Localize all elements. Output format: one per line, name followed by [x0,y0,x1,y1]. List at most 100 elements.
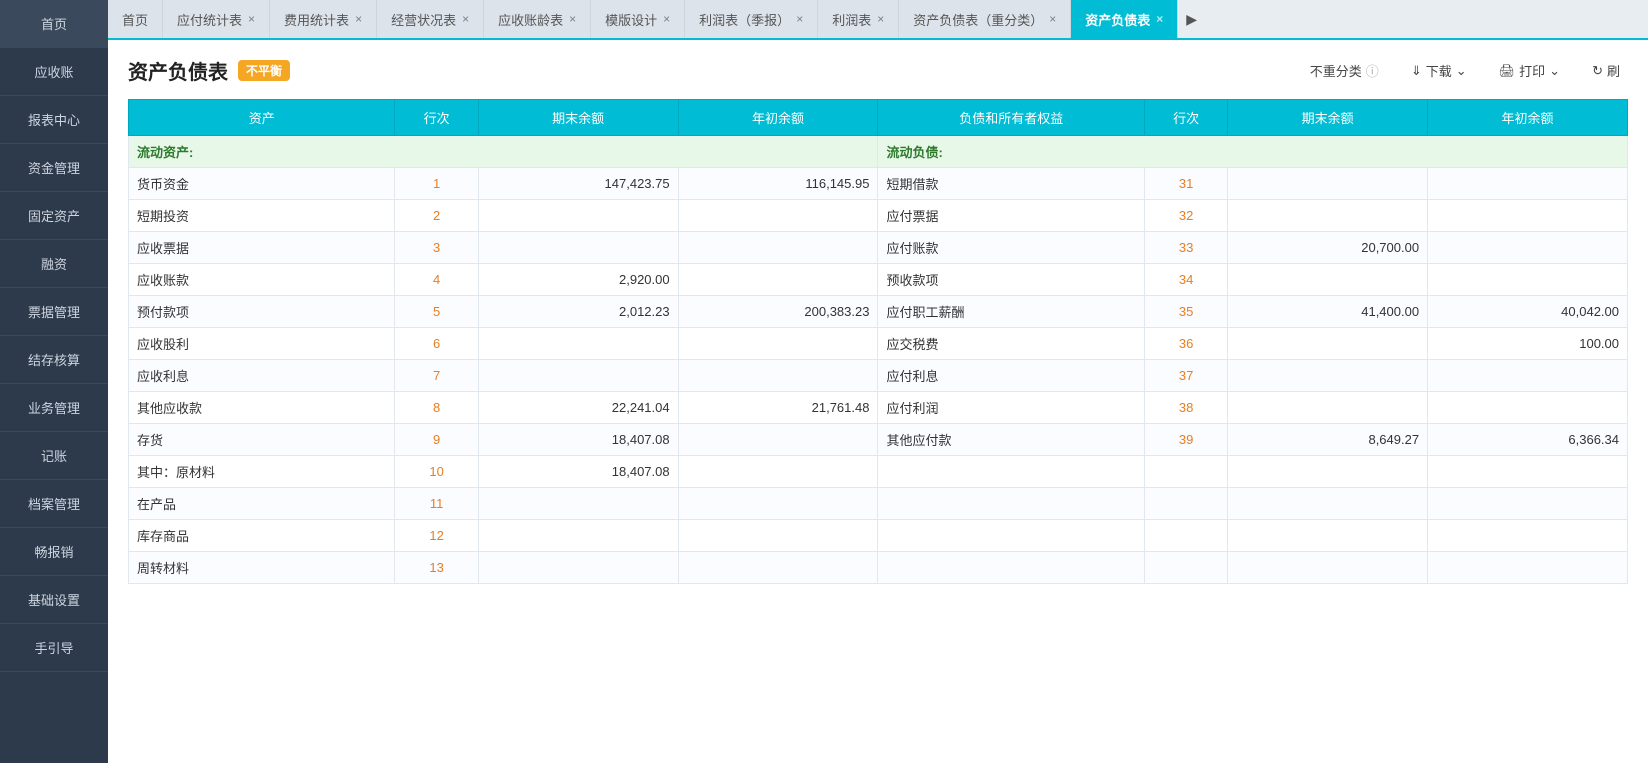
tab-scroll-right[interactable]: ▶ [1178,11,1205,28]
period-end-amount: 2,012.23 [478,296,678,328]
main-area: 首页 应付统计表 × 费用统计表 × 经营状况表 × 应收账龄表 × 模版设计 … [108,0,1648,763]
year-start-amount2 [1428,520,1628,552]
tab-home[interactable]: 首页 [108,0,163,39]
sidebar-item-bookkeeping[interactable]: 记账 [0,432,108,480]
unbalanced-badge: 不平衡 [238,60,290,81]
period-end-amount2 [1228,264,1428,296]
period-end-amount2 [1228,392,1428,424]
sidebar-item-inventory[interactable]: 结存核算 [0,336,108,384]
table-row: 货币资金 1 147,423.75 116,145.95 短期借款 31 [129,168,1628,200]
tab-close-balance[interactable]: × [1156,12,1163,26]
period-end-amount [478,360,678,392]
asset-label: 预付款项 [129,296,395,328]
tab-operation-status[interactable]: 经营状况表 × [377,0,484,39]
liability-label: 应交税费 [878,328,1144,360]
tab-profit-quarterly[interactable]: 利润表（季报） × [685,0,818,39]
year-start-amount2 [1428,168,1628,200]
asset-label: 存货 [129,424,395,456]
classify-button[interactable]: 不重分类 ⓘ [1302,57,1387,84]
year-start-amount2 [1428,392,1628,424]
sidebar-item-archive[interactable]: 档案管理 [0,480,108,528]
tab-profit[interactable]: 利润表 × [818,0,899,39]
table-row: 其他应收款 8 22,241.04 21,761.48 应付利润 38 [129,392,1628,424]
period-end-amount: 18,407.08 [478,424,678,456]
tab-expense-summary[interactable]: 费用统计表 × [270,0,377,39]
sidebar: 首页 应收账 报表中心 资金管理 固定资产 融资 票据管理 结存核算 业务管理 … [0,0,108,763]
header-period-end2: 期末余额 [1228,100,1428,136]
tab-balance-reclassified[interactable]: 资产负债表（重分类） × [899,0,1071,39]
header-year-start: 年初余额 [678,100,878,136]
tab-aging[interactable]: 应收账龄表 × [484,0,591,39]
line-number2 [1144,552,1227,584]
download-button[interactable]: ⇓ 下载 ⌄ [1403,57,1475,84]
sidebar-item-expense[interactable]: 畅报销 [0,528,108,576]
sidebar-item-biz-mgmt[interactable]: 业务管理 [0,384,108,432]
header-linenum: 行次 [395,100,478,136]
print-button[interactable]: 🖨 打印 ⌄ [1491,57,1568,84]
line-number: 11 [395,488,478,520]
sidebar-item-home[interactable]: 首页 [0,0,108,48]
year-start-amount2: 6,366.34 [1428,424,1628,456]
tab-close-aging[interactable]: × [569,12,576,26]
asset-label: 应收股利 [129,328,395,360]
section-right-label: 流动负债: [878,136,1628,168]
line-number2: 32 [1144,200,1227,232]
line-number: 9 [395,424,478,456]
tab-close-profit[interactable]: × [877,12,884,26]
liability-label: 应付利息 [878,360,1144,392]
period-end-amount2 [1228,168,1428,200]
liability-label: 其他应付款 [878,424,1144,456]
table-row: 预付款项 5 2,012.23 200,383.23 应付职工薪酬 35 41,… [129,296,1628,328]
liability-label: 应付职工薪酬 [878,296,1144,328]
asset-label: 周转材料 [129,552,395,584]
sidebar-item-ticket-mgmt[interactable]: 票据管理 [0,288,108,336]
period-end-amount2 [1228,488,1428,520]
sidebar-item-fund-mgmt[interactable]: 资金管理 [0,144,108,192]
line-number2: 39 [1144,424,1227,456]
sidebar-item-report-center[interactable]: 报表中心 [0,96,108,144]
tab-payable-summary[interactable]: 应付统计表 × [163,0,270,39]
refresh-button[interactable]: ↻ 刷 [1584,57,1628,84]
line-number2: 38 [1144,392,1227,424]
sidebar-item-fixed-asset[interactable]: 固定资产 [0,192,108,240]
period-end-amount [478,520,678,552]
period-end-amount2: 20,700.00 [1228,232,1428,264]
tab-bar: 首页 应付统计表 × 费用统计表 × 经营状况表 × 应收账龄表 × 模版设计 … [108,0,1648,40]
sidebar-item-basic-settings[interactable]: 基础设置 [0,576,108,624]
report-table: 资产 行次 期末余额 年初余额 负债和所有者权益 行次 期末余额 年初余额 流动… [128,99,1628,584]
tab-close-operation-status[interactable]: × [462,12,469,26]
table-row: 在产品 11 [129,488,1628,520]
tab-close-payable-summary[interactable]: × [248,12,255,26]
liability-label: 短期借款 [878,168,1144,200]
tab-close-profit-quarterly[interactable]: × [796,12,803,26]
asset-label: 货币资金 [129,168,395,200]
header-period-end: 期末余额 [478,100,678,136]
year-start-amount2 [1428,360,1628,392]
tab-close-expense-summary[interactable]: × [355,12,362,26]
year-start-amount2 [1428,264,1628,296]
year-start-amount2 [1428,200,1628,232]
period-end-amount: 147,423.75 [478,168,678,200]
tab-balance[interactable]: 资产负债表 × [1071,0,1178,39]
line-number2: 31 [1144,168,1227,200]
table-row: 应收票据 3 应付账款 33 20,700.00 [129,232,1628,264]
sidebar-item-guide[interactable]: 手引导 [0,624,108,672]
tab-template-design[interactable]: 模版设计 × [591,0,685,39]
year-start-amount: 200,383.23 [678,296,878,328]
asset-label: 其他应收款 [129,392,395,424]
tab-close-template[interactable]: × [663,12,670,26]
line-number2: 33 [1144,232,1227,264]
line-number2: 36 [1144,328,1227,360]
line-number2 [1144,456,1227,488]
sidebar-item-receivable[interactable]: 应收账 [0,48,108,96]
asset-label: 应收票据 [129,232,395,264]
sidebar-item-financing[interactable]: 融资 [0,240,108,288]
period-end-amount2 [1228,520,1428,552]
tab-close-balance-reclassified[interactable]: × [1049,12,1056,26]
liability-label: 应付账款 [878,232,1144,264]
print-chevron-icon: ⌄ [1549,63,1560,79]
year-start-amount [678,200,878,232]
year-start-amount2: 40,042.00 [1428,296,1628,328]
table-row: 库存商品 12 [129,520,1628,552]
year-start-amount2 [1428,456,1628,488]
